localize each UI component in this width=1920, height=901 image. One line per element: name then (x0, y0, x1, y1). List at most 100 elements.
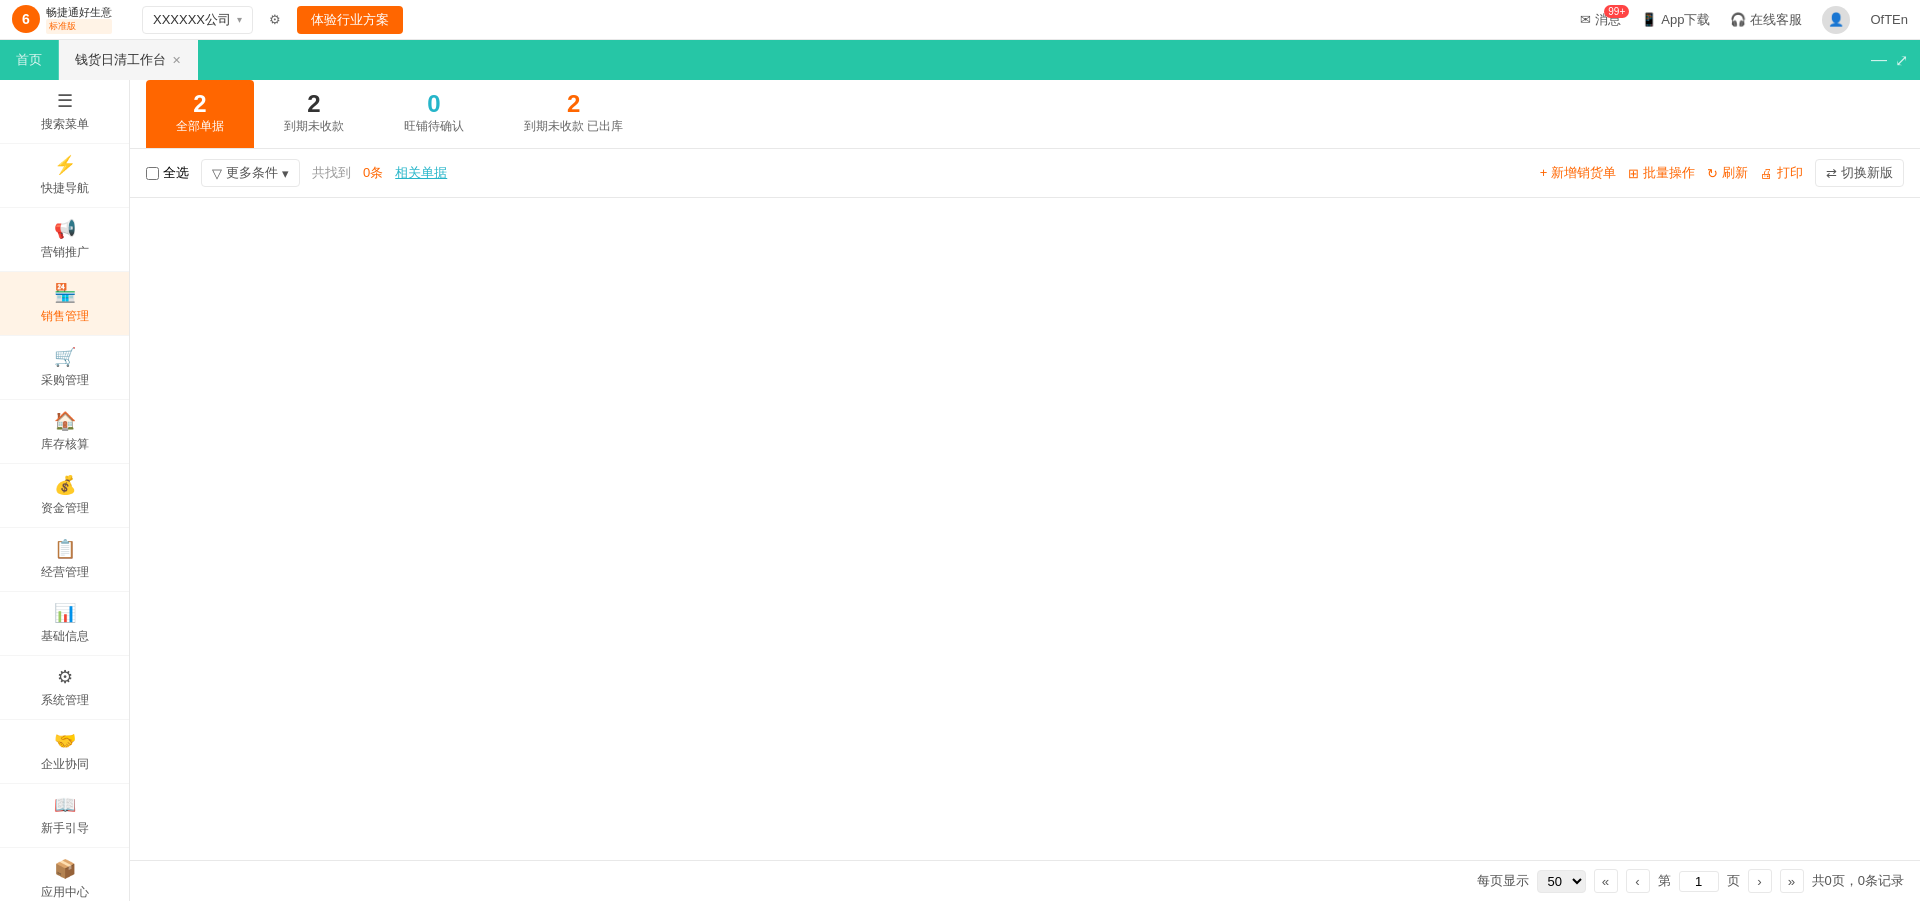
online-service-label: 在线客服 (1750, 11, 1802, 29)
system-icon: ⚙ (57, 666, 73, 688)
sidebar-label-system: 系统管理 (41, 692, 89, 709)
sidebar-label-management: 经营管理 (41, 564, 89, 581)
refresh-button[interactable]: ↻ 刷新 (1707, 164, 1748, 182)
stat-number-overdue: 2 (307, 90, 320, 118)
tab-close-icon[interactable]: ✕ (172, 54, 181, 67)
sidebar-label-finance: 资金管理 (41, 500, 89, 517)
print-icon: 🖨 (1760, 166, 1773, 181)
table-area (130, 198, 1920, 860)
sidebar-item-system[interactable]: ⚙ 系统管理 (0, 656, 129, 720)
sidebar: ☰ 搜索菜单 ⚡ 快捷导航 📢 营销推广 🏪 销售管理 🛒 采购管理 🏠 库存核… (0, 80, 130, 901)
app-download-button[interactable]: 📱 App下载 (1641, 11, 1710, 29)
app-center-icon: 📦 (54, 858, 76, 880)
cooperation-icon: 🤝 (54, 730, 76, 752)
search-menu-icon: ☰ (57, 90, 73, 112)
total-records-text: 共0页，0条记录 (1812, 872, 1904, 890)
stat-tab-overdue-shipped[interactable]: 2 到期未收款 已出库 (494, 80, 653, 148)
trial-button[interactable]: 体验行业方案 (297, 6, 403, 34)
stat-number-overdue-shipped: 2 (567, 90, 580, 118)
company-selector[interactable]: XXXXXX公司 ▾ (142, 6, 253, 34)
sidebar-item-management[interactable]: 📋 经营管理 (0, 528, 129, 592)
minimize-icon[interactable]: — (1871, 51, 1887, 69)
management-icon: 📋 (54, 538, 76, 560)
sidebar-item-app-center[interactable]: 📦 应用中心 (0, 848, 129, 901)
found-count: 0条 (363, 164, 383, 182)
related-records-link[interactable]: 相关单据 (395, 164, 447, 182)
toolbar-right: + 新增销货单 ⊞ 批量操作 ↻ 刷新 🖨 打印 ⇄ 切换新版 (1540, 159, 1904, 187)
select-all-checkbox[interactable]: 全选 (146, 164, 189, 182)
sidebar-item-guide[interactable]: 📖 新手引导 (0, 784, 129, 848)
pagination: 每页显示 50 « ‹ 第 页 › » 共0页，0条记录 (130, 860, 1920, 901)
sidebar-item-search[interactable]: ☰ 搜索菜单 (0, 80, 129, 144)
message-badge: 99+ (1604, 5, 1629, 18)
next-page-button[interactable]: › (1748, 869, 1772, 893)
sidebar-item-purchase[interactable]: 🛒 采购管理 (0, 336, 129, 400)
logo-area: 6 畅捷通好生意 标准版 (12, 5, 142, 34)
sidebar-item-finance[interactable]: 💰 资金管理 (0, 464, 129, 528)
header-right: ✉ 消息 99+ 📱 App下载 🎧 在线客服 👤 OfTEn (1580, 6, 1908, 34)
select-all-input[interactable] (146, 167, 159, 180)
content-area: 2 全部单据 2 到期未收款 0 旺铺待确认 2 到期未收款 已出库 全选 (130, 80, 1920, 901)
settings-button[interactable]: ⚙ (261, 6, 289, 34)
sidebar-item-marketing[interactable]: 📢 营销推广 (0, 208, 129, 272)
user-avatar[interactable]: 👤 (1822, 6, 1850, 34)
print-button[interactable]: 🖨 打印 (1760, 164, 1803, 182)
filter-chevron-icon: ▾ (282, 166, 289, 181)
tab-bar: 首页 钱货日清工作台 ✕ — ⤢ (0, 40, 1920, 80)
app-download-icon: 📱 (1641, 12, 1657, 27)
message-icon: ✉ (1580, 12, 1591, 27)
finance-icon: 💰 (54, 474, 76, 496)
sidebar-item-basic-info[interactable]: 📊 基础信息 (0, 592, 129, 656)
sidebar-item-cooperation[interactable]: 🤝 企业协同 (0, 720, 129, 784)
batch-operation-button[interactable]: ⊞ 批量操作 (1628, 164, 1695, 182)
tab-workbench-label: 钱货日清工作台 (75, 51, 166, 69)
print-label: 打印 (1777, 164, 1803, 182)
sidebar-label-search: 搜索菜单 (41, 116, 89, 133)
logo-badge: 标准版 (46, 19, 112, 34)
found-text: 共找到 (312, 164, 351, 182)
chevron-down-icon: ▾ (237, 14, 242, 25)
page-prefix-label: 第 (1658, 872, 1671, 890)
page-suffix-label: 页 (1727, 872, 1740, 890)
company-name: XXXXXX公司 (153, 11, 231, 29)
filter-icon: ▽ (212, 166, 222, 181)
prev-page-button[interactable]: ‹ (1626, 869, 1650, 893)
maximize-icon[interactable]: ⤢ (1895, 51, 1908, 70)
person-icon: 👤 (1828, 12, 1844, 27)
sidebar-item-sales[interactable]: 🏪 销售管理 (0, 272, 129, 336)
last-page-button[interactable]: » (1780, 869, 1804, 893)
tab-workbench[interactable]: 钱货日清工作台 ✕ (59, 40, 198, 80)
sidebar-item-inventory[interactable]: 🏠 库存核算 (0, 400, 129, 464)
stat-number-wangpu: 0 (427, 90, 440, 118)
tab-home[interactable]: 首页 (0, 40, 59, 80)
inventory-icon: 🏠 (54, 410, 76, 432)
sidebar-label-basic-info: 基础信息 (41, 628, 89, 645)
first-page-button[interactable]: « (1594, 869, 1618, 893)
sidebar-item-quick-nav[interactable]: ⚡ 快捷导航 (0, 144, 129, 208)
per-page-select[interactable]: 50 (1537, 870, 1586, 893)
main-layout: ☰ 搜索菜单 ⚡ 快捷导航 📢 营销推广 🏪 销售管理 🛒 采购管理 🏠 库存核… (0, 80, 1920, 901)
message-button[interactable]: ✉ 消息 99+ (1580, 11, 1621, 29)
logo-text: 畅捷通好生意 (46, 5, 112, 19)
window-controls: — ⤢ (1871, 51, 1920, 70)
switch-version-button[interactable]: ⇄ 切换新版 (1815, 159, 1904, 187)
stat-number-all: 2 (193, 90, 206, 118)
stat-tab-all[interactable]: 2 全部单据 (146, 80, 254, 148)
top-header: 6 畅捷通好生意 标准版 XXXXXX公司 ▾ ⚙ 体验行业方案 ✉ 消息 99… (0, 0, 1920, 40)
logo-icon: 6 (12, 5, 40, 33)
lightning-icon: ⚡ (54, 154, 76, 176)
stat-label-overdue-shipped: 到期未收款 已出库 (524, 118, 623, 135)
add-sales-button[interactable]: + 新增销货单 (1540, 164, 1616, 182)
sidebar-label-guide: 新手引导 (41, 820, 89, 837)
stat-tab-overdue[interactable]: 2 到期未收款 (254, 80, 374, 148)
tab-home-label: 首页 (16, 51, 42, 69)
toolbar-left: 全选 ▽ 更多条件 ▾ 共找到 0条 相关单据 (146, 159, 1528, 187)
filter-button[interactable]: ▽ 更多条件 ▾ (201, 159, 300, 187)
stat-tab-wangpu[interactable]: 0 旺铺待确认 (374, 80, 494, 148)
purchase-icon: 🛒 (54, 346, 76, 368)
page-number-input[interactable] (1679, 871, 1719, 892)
sidebar-label-purchase: 采购管理 (41, 372, 89, 389)
sidebar-label-sales: 销售管理 (41, 308, 89, 325)
sidebar-label-inventory: 库存核算 (41, 436, 89, 453)
online-service-button[interactable]: 🎧 在线客服 (1730, 11, 1802, 29)
